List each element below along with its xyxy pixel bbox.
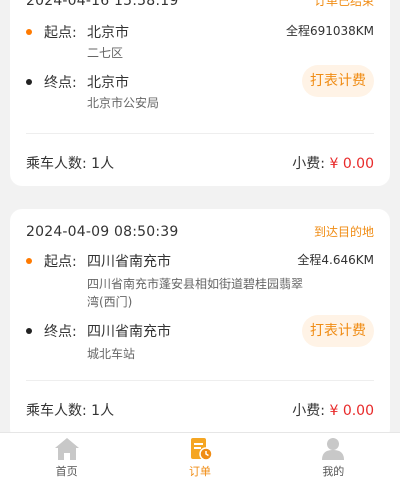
order-document-icon — [190, 438, 213, 461]
start-detail: 四川省南充市蓬安县相如街道碧桂园翡翠湾(西门) — [87, 277, 304, 309]
end-city: 北京市 — [87, 75, 129, 91]
start-label: 起点: — [44, 25, 77, 41]
order-footer: 乘车人数: 1人 小费: ¥ 0.00 — [26, 400, 374, 420]
start-dot-icon — [26, 258, 32, 264]
distance: 全程691038KM — [285, 24, 374, 38]
tab-mine-label: 我的 — [322, 465, 345, 478]
tip-label: 小费: — [292, 403, 330, 419]
passenger-count: 乘车人数: 1人 — [26, 403, 115, 419]
divider — [26, 133, 374, 134]
end-city: 四川省南充市 — [87, 324, 171, 340]
tab-orders[interactable]: 订单 — [133, 433, 266, 480]
tab-home[interactable]: 首页 — [0, 433, 133, 480]
bottom-tab-bar: 首页 订单 我的 — [0, 432, 400, 480]
end-label: 终点: — [44, 324, 77, 340]
divider — [26, 380, 374, 381]
end-detail: 北京市公安局 — [87, 96, 160, 110]
start-address: 起点: 北京市 全程691038KM 二七区 — [26, 22, 374, 62]
order-header: 2024-04-16 15:58:19 订单已结束 — [26, 0, 374, 9]
order-header: 2024-04-09 08:50:39 到达目的地 — [26, 223, 374, 240]
end-address: 终点: 北京市 打表计费 北京市公安局 — [26, 65, 374, 116]
user-icon — [322, 438, 345, 460]
start-city: 北京市 — [87, 25, 129, 41]
home-icon — [54, 438, 79, 460]
start-label: 起点: — [44, 254, 77, 270]
tab-mine[interactable]: 我的 — [267, 433, 400, 480]
end-detail: 城北车站 — [87, 347, 136, 361]
meter-fare-button[interactable]: 打表计费 — [302, 65, 374, 97]
end-dot-icon — [26, 328, 32, 334]
end-dot-icon — [26, 79, 32, 85]
end-label: 终点: — [44, 75, 77, 91]
passenger-count: 乘车人数: 1人 — [26, 156, 115, 172]
order-card[interactable]: 2024-04-09 08:50:39 到达目的地 起点: 四川省南充市 全程4… — [10, 209, 390, 441]
order-footer: 乘车人数: 1人 小费: ¥ 0.00 — [26, 153, 374, 173]
tip-label: 小费: — [292, 156, 330, 172]
start-city: 四川省南充市 — [87, 254, 171, 270]
order-date: 2024-04-16 15:58:19 — [26, 0, 179, 9]
tip-fee: 小费: ¥ 0.00 — [292, 400, 374, 420]
order-status: 到达目的地 — [313, 225, 374, 239]
order-status: 订单已结束 — [313, 0, 374, 8]
tab-home-label: 首页 — [55, 465, 78, 478]
order-card[interactable]: 2024-04-16 15:58:19 订单已结束 起点: 北京市 全程6910… — [10, 0, 390, 186]
tab-orders-label: 订单 — [188, 465, 211, 478]
tip-amount: ¥ 0.00 — [329, 403, 374, 419]
tip-fee: 小费: ¥ 0.00 — [292, 153, 374, 173]
distance: 全程4.646KM — [297, 253, 374, 267]
start-address: 起点: 四川省南充市 全程4.646KM 四川省南充市蓬安县相如街道碧桂园翡翠湾… — [26, 251, 374, 313]
order-date: 2024-04-09 08:50:39 — [26, 223, 179, 240]
start-detail: 二七区 — [87, 46, 124, 60]
tip-amount: ¥ 0.00 — [329, 156, 374, 172]
end-address: 终点: 四川省南充市 打表计费 城北车站 — [26, 315, 374, 365]
meter-fare-button[interactable]: 打表计费 — [302, 315, 374, 347]
start-dot-icon — [26, 29, 32, 35]
